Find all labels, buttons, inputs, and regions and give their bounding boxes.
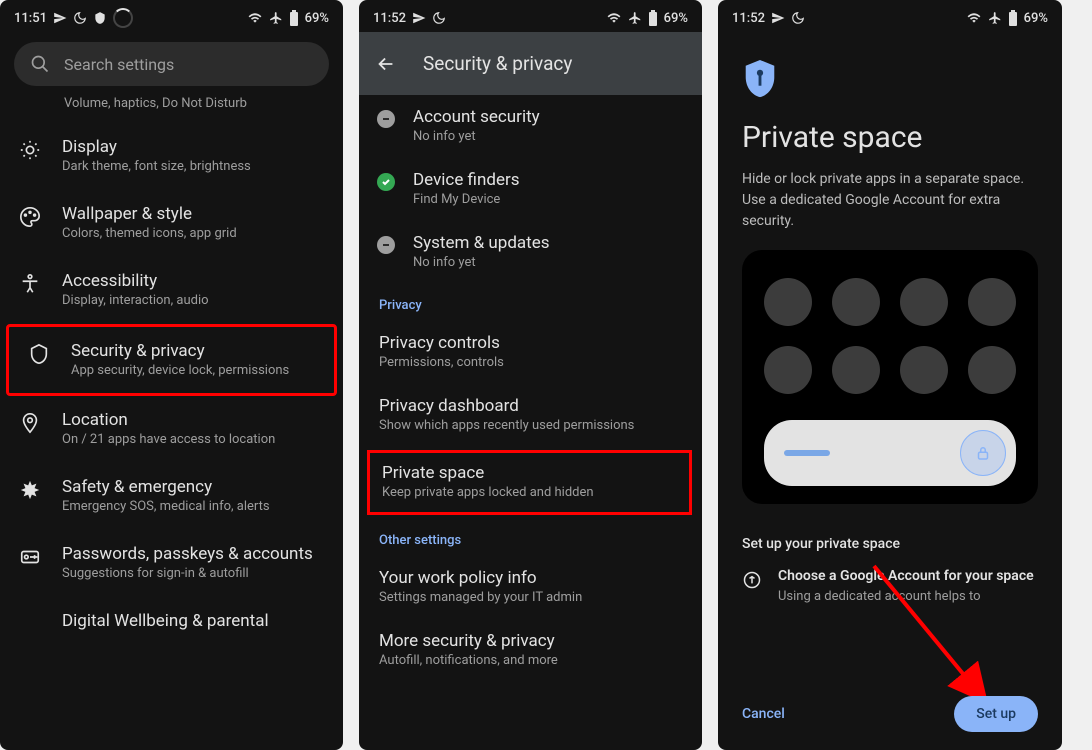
choose-account-sub: Using a dedicated account helps to <box>778 588 1034 606</box>
choose-account-title: Choose a Google Account for your space <box>778 568 1034 584</box>
privacy-controls-item[interactable]: Privacy controls Permissions, controls <box>359 321 702 384</box>
shield-notif-icon <box>93 11 107 25</box>
battery-icon <box>1008 10 1018 26</box>
status-time: 11:52 <box>373 11 406 26</box>
security-highlight: Security & privacy App security, device … <box>6 324 337 397</box>
wifi-icon <box>966 11 982 25</box>
work-policy-item[interactable]: Your work policy info Settings managed b… <box>359 556 702 619</box>
back-icon[interactable] <box>375 53 397 75</box>
airplane-icon <box>628 11 642 25</box>
wellbeing-item[interactable]: Digital Wellbeing & parental <box>0 597 343 633</box>
airplane-icon <box>988 11 1002 25</box>
other-section-label: Other settings <box>359 519 702 556</box>
wifi-icon <box>247 11 263 25</box>
location-item[interactable]: Location On / 21 apps have access to loc… <box>0 396 343 463</box>
setup-button[interactable]: Set up <box>954 696 1038 732</box>
status-bar: 11:52 69% <box>718 0 1062 32</box>
battery-pct: 69% <box>664 11 688 26</box>
button-row: Cancel Set up <box>718 696 1062 732</box>
choose-account-info: Choose a Google Account for your space U… <box>718 568 1062 614</box>
status-bar: 11:52 69% <box>359 0 702 32</box>
moon-icon <box>432 11 446 25</box>
battery-icon <box>648 10 658 26</box>
display-icon <box>19 139 41 161</box>
app-dot-icon <box>832 278 880 326</box>
emergency-icon <box>19 479 41 501</box>
search-icon <box>30 54 50 74</box>
account-security-item[interactable]: Account security No info yet <box>359 95 702 158</box>
more-security-item[interactable]: More security & privacy Autofill, notifi… <box>359 619 702 682</box>
status-time: 11:52 <box>732 11 765 26</box>
status-bar: 11:51 69% <box>0 0 343 32</box>
wifi-icon <box>606 11 622 25</box>
app-bar: Security & privacy <box>359 32 702 95</box>
status-info-icon <box>377 236 395 254</box>
key-icon <box>19 546 41 568</box>
security-privacy-screen: 11:52 69% Security & privacy Account sec… <box>359 0 702 750</box>
app-dot-icon <box>764 346 812 394</box>
search-settings-box[interactable]: Search settings <box>14 42 329 86</box>
telegram-icon <box>412 11 426 25</box>
status-info-icon <box>377 110 395 128</box>
illustration <box>742 250 1038 504</box>
settings-main-screen: 11:51 69% Search settings Volume, haptic… <box>0 0 343 750</box>
page-title: Private space <box>718 100 1062 169</box>
lock-icon <box>974 444 992 462</box>
moon-icon <box>791 11 805 25</box>
telegram-icon <box>771 11 785 25</box>
app-dot-icon <box>968 278 1016 326</box>
moon-icon <box>73 11 87 25</box>
safety-item[interactable]: Safety & emergency Emergency SOS, medica… <box>0 463 343 530</box>
battery-pct: 69% <box>1024 11 1048 26</box>
shield-icon <box>28 343 50 365</box>
text-placeholder-icon <box>784 450 830 456</box>
info-step-icon <box>742 570 762 590</box>
app-dot-icon <box>900 346 948 394</box>
accessibility-item[interactable]: Accessibility Display, interaction, audi… <box>0 257 343 324</box>
page-description: Hide or lock private apps in a separate … <box>718 169 1062 250</box>
passwords-item[interactable]: Passwords, passkeys & accounts Suggestio… <box>0 530 343 597</box>
setup-section-header: Set up your private space <box>718 524 1062 568</box>
cancel-button[interactable]: Cancel <box>742 706 785 722</box>
app-dot-icon <box>832 346 880 394</box>
battery-icon <box>289 10 299 26</box>
status-time: 11:51 <box>14 11 47 26</box>
wallpaper-item[interactable]: Wallpaper & style Colors, themed icons, … <box>0 190 343 257</box>
private-space-shield-icon <box>742 60 1062 100</box>
status-ok-icon <box>377 173 395 191</box>
app-dot-icon <box>764 278 812 326</box>
lock-circle <box>960 430 1006 476</box>
palette-icon <box>19 206 41 228</box>
private-space-setup-screen: 11:52 69% Private space Hide or lock pri… <box>718 0 1062 750</box>
system-updates-item[interactable]: System & updates No info yet <box>359 221 702 284</box>
display-item[interactable]: Display Dark theme, font size, brightnes… <box>0 123 343 190</box>
security-privacy-item[interactable]: Security & privacy App security, device … <box>9 327 334 394</box>
location-icon <box>19 412 41 434</box>
telegram-icon <box>53 11 67 25</box>
loading-spinner-icon <box>113 8 133 28</box>
search-bar-illustration <box>764 420 1016 486</box>
airplane-icon <box>269 11 283 25</box>
device-finders-item[interactable]: Device finders Find My Device <box>359 158 702 221</box>
privacy-section-label: Privacy <box>359 284 702 321</box>
app-dot-icon <box>968 346 1016 394</box>
page-title: Security & privacy <box>423 52 572 75</box>
accessibility-icon <box>19 273 41 295</box>
sound-item-partial[interactable]: Volume, haptics, Do Not Disturb <box>0 96 343 123</box>
app-dot-icon <box>900 278 948 326</box>
privacy-dashboard-item[interactable]: Privacy dashboard Show which apps recent… <box>359 384 702 447</box>
private-space-item[interactable]: Private space Keep private apps locked a… <box>367 450 692 515</box>
battery-pct: 69% <box>305 11 329 26</box>
search-placeholder: Search settings <box>64 55 174 74</box>
